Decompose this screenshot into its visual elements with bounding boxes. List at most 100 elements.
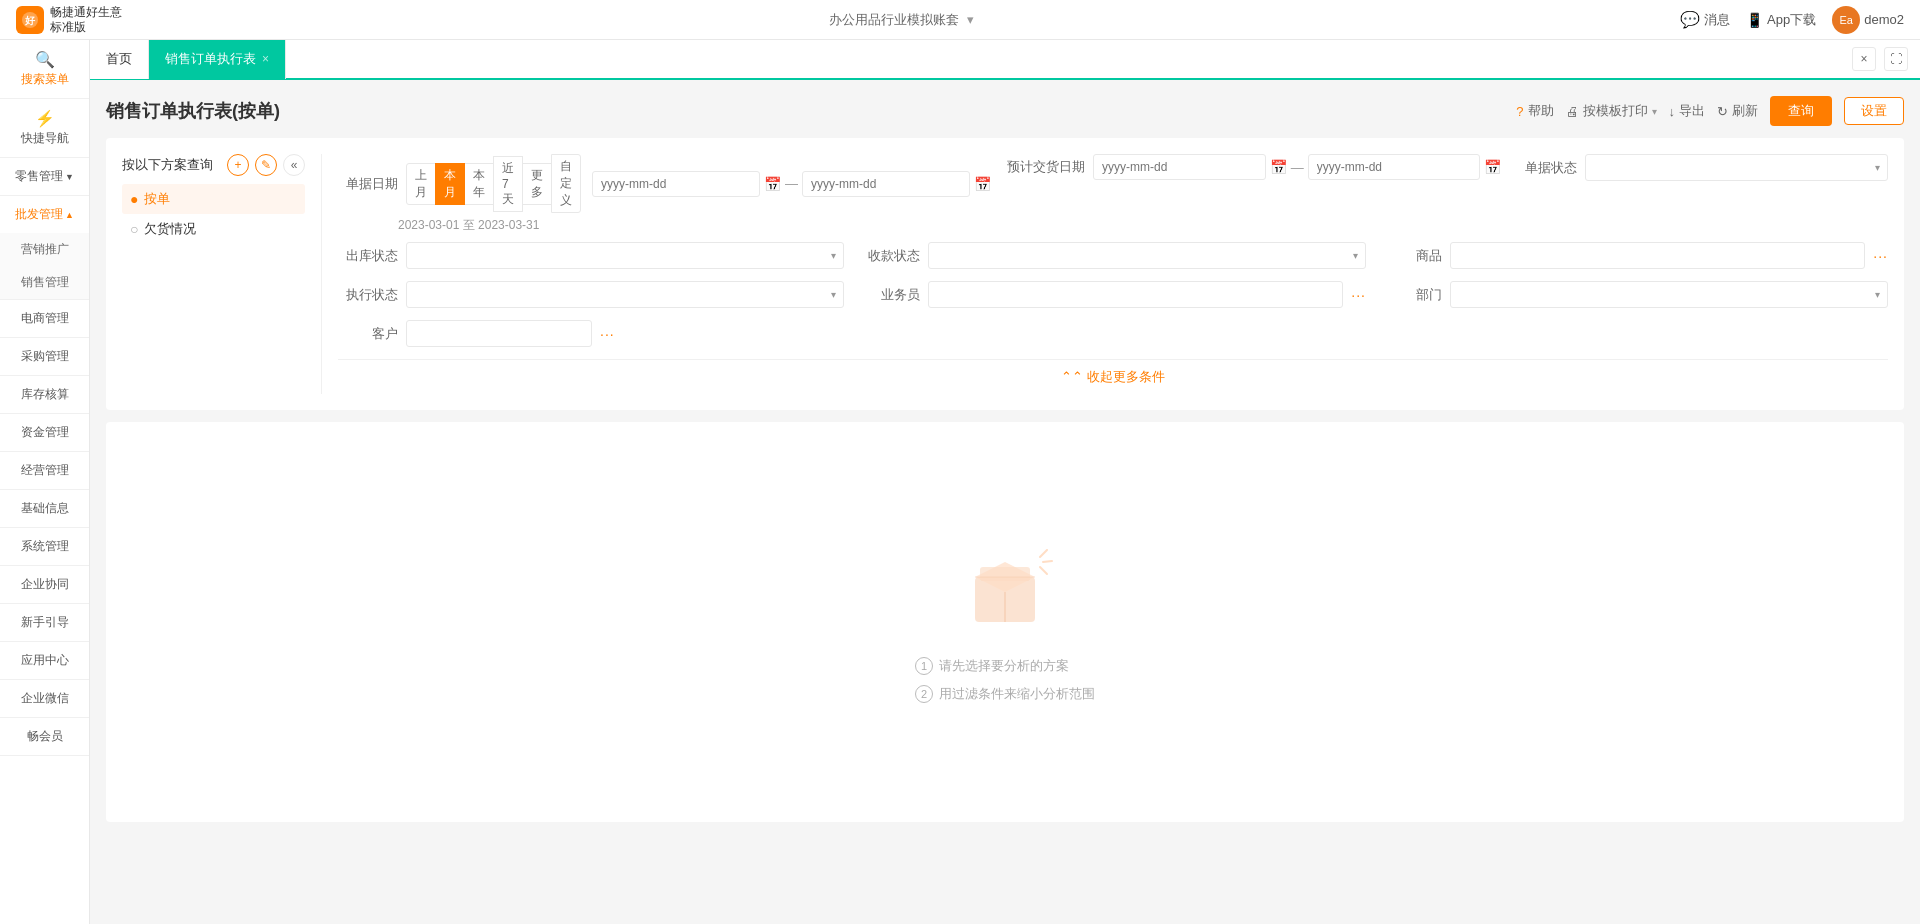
- date-calendar-end-icon[interactable]: 📅: [974, 176, 991, 192]
- dept-select-wrap: ▾: [1450, 281, 1888, 308]
- goods-label: 商品: [1382, 247, 1442, 265]
- user-menu-button[interactable]: Ea demo2: [1832, 6, 1904, 34]
- help-button[interactable]: ? 帮助: [1516, 102, 1553, 120]
- collection-select[interactable]: [928, 242, 1366, 269]
- sidebar-item-purchase[interactable]: 采购管理: [0, 338, 89, 376]
- sidebar-item-quicknav[interactable]: ⚡ 快捷导航: [0, 99, 89, 158]
- dropdown-arrow-icon[interactable]: ▾: [967, 12, 974, 27]
- sidebar-item-system[interactable]: 系统管理: [0, 528, 89, 566]
- expected-date-label: 预计交货日期: [1007, 158, 1085, 176]
- salesman-dots-icon[interactable]: ···: [1351, 287, 1366, 303]
- edit-scheme-button[interactable]: ✎: [255, 154, 277, 176]
- empty-hint-1: 1 请先选择要分析的方案: [915, 657, 1069, 675]
- dept-label: 部门: [1382, 286, 1442, 304]
- date-end-input[interactable]: [802, 171, 970, 197]
- scheme-item-bidan[interactable]: ● 按单: [122, 184, 305, 214]
- status-select[interactable]: [1585, 154, 1888, 181]
- chevron-down-icon: ▼: [65, 172, 74, 182]
- date-tabs: 上月 本月 本年 近7天 更多 自定义: [406, 154, 580, 213]
- date-tab-thisyear[interactable]: 本年: [464, 163, 494, 205]
- date-range-text: 2023-03-01 至 2023-03-31: [398, 217, 1888, 234]
- sidebar-item-marketing[interactable]: 营销推广: [0, 233, 89, 266]
- filter-left-header: 按以下方案查询 + ✎ «: [122, 154, 305, 176]
- date-tab-more[interactable]: 更多: [522, 163, 552, 205]
- refresh-icon: ↻: [1717, 104, 1728, 119]
- sidebar-item-operations[interactable]: 经营管理: [0, 452, 89, 490]
- tab-sales-execution[interactable]: 销售订单执行表 ×: [149, 40, 286, 79]
- customer-label: 客户: [338, 325, 398, 343]
- sidebar-item-sales[interactable]: 销售管理: [0, 266, 89, 299]
- sidebar-item-enterprise[interactable]: 企业协同: [0, 566, 89, 604]
- active-tab-label: 销售订单执行表: [165, 50, 256, 68]
- date-tab-lastmonth[interactable]: 上月: [406, 163, 436, 205]
- page-content: 销售订单执行表(按单) ? 帮助 🖨 按模板打印 ▾ ↓ 导出: [90, 80, 1920, 924]
- add-scheme-button[interactable]: +: [227, 154, 249, 176]
- filter-item-expected-date: 预计交货日期 📅 — 📅: [1007, 154, 1501, 180]
- quicknav-icon: ⚡: [4, 109, 85, 128]
- sidebar-item-inventory[interactable]: 库存核算: [0, 376, 89, 414]
- outbound-select[interactable]: [406, 242, 844, 269]
- date-tab-7days[interactable]: 近7天: [493, 156, 523, 212]
- main-layout: 🔍 搜索菜单 ⚡ 快捷导航 零售管理 ▼ 批发管理 ▲ 营销推广 销售管理 电商…: [0, 40, 1920, 924]
- export-icon: ↓: [1669, 104, 1676, 119]
- phone-icon: 📱: [1746, 12, 1763, 28]
- hint-num-1: 1: [915, 657, 933, 675]
- date-start-input[interactable]: [592, 171, 760, 197]
- tab-close-button[interactable]: ×: [262, 52, 269, 66]
- message-button[interactable]: 💬 消息: [1680, 10, 1730, 29]
- empty-illustration: [955, 537, 1055, 637]
- dept-select[interactable]: [1450, 281, 1888, 308]
- goods-input[interactable]: [1450, 242, 1865, 269]
- tabbar: 首页 销售订单执行表 × × ⛶: [90, 40, 1920, 80]
- export-button[interactable]: ↓ 导出: [1669, 102, 1706, 120]
- scheme-bidan-icon: ●: [130, 191, 138, 207]
- filter-left-actions: + ✎ «: [227, 154, 305, 176]
- collapse-button[interactable]: ⌃⌃ 收起更多条件: [338, 359, 1888, 394]
- sidebar-item-retail[interactable]: 零售管理 ▼: [0, 158, 89, 195]
- customer-input[interactable]: [406, 320, 592, 347]
- app-download-button[interactable]: 📱 App下载: [1746, 11, 1816, 29]
- settings-button[interactable]: 设置: [1844, 97, 1904, 125]
- expected-date-start-icon[interactable]: 📅: [1270, 159, 1287, 175]
- svg-text:好: 好: [24, 15, 36, 26]
- filter-row-1: 单据日期 上月 本月 本年 近7天 更多 自定义: [338, 154, 1888, 213]
- tab-close-window-button[interactable]: ×: [1852, 47, 1876, 71]
- sidebar-item-wholesale[interactable]: 批发管理 ▲: [0, 196, 89, 233]
- sidebar-item-appcenter[interactable]: 应用中心: [0, 642, 89, 680]
- avatar: Ea: [1832, 6, 1860, 34]
- tab-home[interactable]: 首页: [90, 40, 149, 79]
- sidebar-item-search[interactable]: 🔍 搜索菜单: [0, 40, 89, 99]
- date-label: 单据日期: [338, 175, 398, 193]
- sidebar-group-wholesale: 批发管理 ▲ 营销推广 销售管理: [0, 196, 89, 300]
- scheme-quehuo-icon: ○: [130, 221, 138, 237]
- topbar: 好 畅捷通好生意 标准版 办公用品行业模拟账套 ▾ 💬 消息 📱 App下载 E…: [0, 0, 1920, 40]
- print-button[interactable]: 🖨 按模板打印 ▾: [1566, 102, 1657, 120]
- page-header: 销售订单执行表(按单) ? 帮助 🖨 按模板打印 ▾ ↓ 导出: [106, 96, 1904, 126]
- exec-select[interactable]: [406, 281, 844, 308]
- topbar-right: 💬 消息 📱 App下载 Ea demo2: [1680, 6, 1904, 34]
- expected-date-end-icon[interactable]: 📅: [1484, 159, 1501, 175]
- sidebar-item-ecommerce[interactable]: 电商管理: [0, 300, 89, 338]
- sidebar-item-basic[interactable]: 基础信息: [0, 490, 89, 528]
- expected-date-end-input[interactable]: [1308, 154, 1481, 180]
- query-button[interactable]: 查询: [1770, 96, 1832, 126]
- sidebar-item-wechat[interactable]: 企业微信: [0, 680, 89, 718]
- salesman-input[interactable]: [928, 281, 1343, 308]
- expected-date-start-input[interactable]: [1093, 154, 1266, 180]
- collapse-left-button[interactable]: «: [283, 154, 305, 176]
- scheme-item-quehuo[interactable]: ○ 欠货情况: [122, 214, 305, 244]
- customer-dots-icon[interactable]: ···: [600, 326, 615, 342]
- filter-panel: 按以下方案查询 + ✎ « ● 按单 ○: [106, 138, 1904, 410]
- sidebar-item-finance[interactable]: 资金管理: [0, 414, 89, 452]
- filter-item-salesman: 业务员 ···: [860, 281, 1366, 308]
- tab-fullscreen-button[interactable]: ⛶: [1884, 47, 1908, 71]
- date-calendar-start-icon[interactable]: 📅: [764, 176, 781, 192]
- collection-select-wrap: ▾: [928, 242, 1366, 269]
- goods-dots-icon[interactable]: ···: [1873, 248, 1888, 264]
- sidebar-item-member[interactable]: 畅会员: [0, 718, 89, 756]
- date-tab-thismonth[interactable]: 本月: [435, 163, 465, 205]
- print-dropdown-icon[interactable]: ▾: [1652, 106, 1657, 117]
- date-tab-custom[interactable]: 自定义: [551, 154, 581, 213]
- sidebar-item-newbie[interactable]: 新手引导: [0, 604, 89, 642]
- refresh-button[interactable]: ↻ 刷新: [1717, 102, 1758, 120]
